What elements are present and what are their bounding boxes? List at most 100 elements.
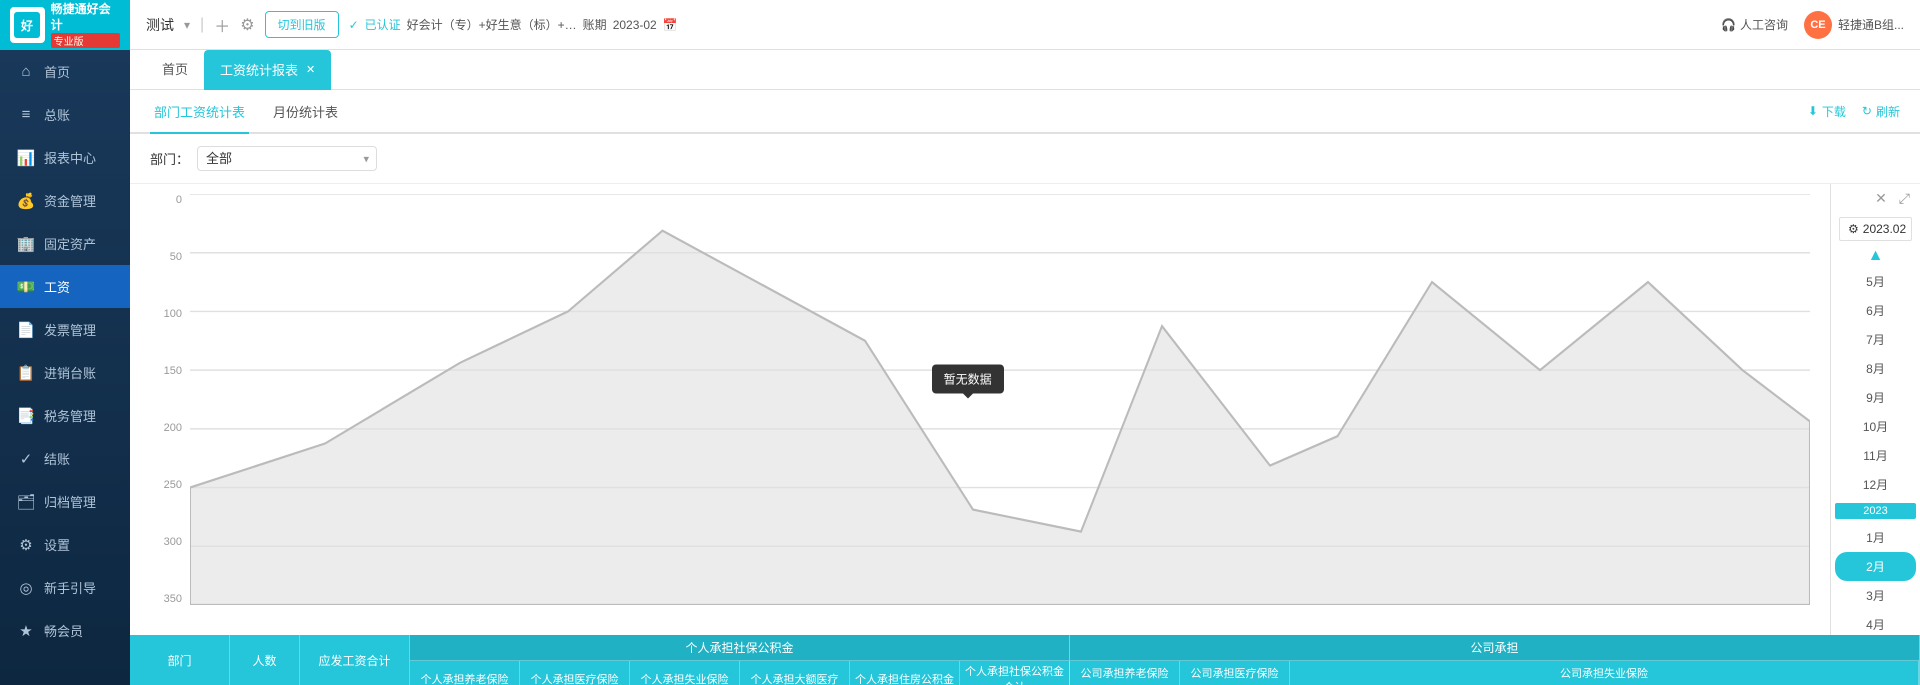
svg-text:好: 好 — [20, 18, 33, 33]
panel-close-icon[interactable]: ✕ — [1873, 188, 1889, 209]
month-item-1[interactable]: 6月 — [1835, 296, 1916, 325]
sidebar-item-2[interactable]: 📊 报表中心 — [0, 136, 130, 179]
month-item-4[interactable]: 9月 — [1835, 383, 1916, 412]
sidebar-item-9[interactable]: ✓ 结账 — [0, 437, 130, 480]
sub-tabs-bar: 部门工资统计表 月份统计表 ⬇ 下载 ↻ 刷新 — [130, 90, 1920, 134]
sidebar-label-10: 归档管理 — [44, 492, 96, 511]
th-personal-unemployment: 个人承担失业保险 — [630, 661, 740, 685]
topbar-right: 🎧 人工咨询 CE 轻捷通B组... — [1721, 11, 1904, 39]
tab-salary-report[interactable]: 工资统计报表 ✕ — [204, 50, 331, 90]
sidebar-item-12[interactable]: ◎ 新手引导 — [0, 566, 130, 609]
project-name: 测试 — [146, 15, 174, 35]
salary-report-label: 工资统计报表 — [220, 60, 298, 79]
tab-home[interactable]: 首页 — [146, 50, 204, 90]
sidebar-icon-3: 💰 — [16, 192, 36, 210]
th-personal-housing-fund: 个人承担住房公积金 — [850, 661, 960, 685]
th-company-medical: 公司承担医疗保险 — [1180, 661, 1290, 685]
sidebar-item-8[interactable]: 📑 税务管理 — [0, 394, 130, 437]
month-item-7[interactable]: 12月 — [1835, 470, 1916, 499]
period-value: 2023-02 — [613, 18, 657, 32]
sidebar-item-11[interactable]: ⚙ 设置 — [0, 523, 130, 566]
service-btn[interactable]: 🎧 人工咨询 — [1721, 16, 1788, 33]
sidebar-icon-12: ◎ — [16, 579, 36, 597]
add-icon[interactable]: ＋ — [214, 13, 230, 37]
panel-expand-icon[interactable]: ⤢ — [1897, 188, 1912, 209]
sub-tab-monthly[interactable]: 月份统计表 — [269, 90, 342, 134]
sidebar-item-4[interactable]: 🏢 固定资产 — [0, 222, 130, 265]
sidebar-label-7: 进销台账 — [44, 363, 96, 382]
sidebar-item-6[interactable]: 📄 发票管理 — [0, 308, 130, 351]
sidebar-item-10[interactable]: 🗂 归档管理 — [0, 480, 130, 523]
calendar-icon[interactable]: 📅 — [663, 18, 678, 32]
th-dept: 部门 — [130, 635, 230, 685]
download-label: 下载 — [1822, 103, 1846, 120]
sidebar-label-6: 发票管理 — [44, 320, 96, 339]
month-item-0[interactable]: 5月 — [1835, 267, 1916, 296]
sidebar-item-0[interactable]: ⌂ 首页 — [0, 50, 130, 93]
panel-controls: ✕ ⤢ — [1831, 184, 1920, 213]
sidebar-item-1[interactable]: ≡ 总账 — [0, 93, 130, 136]
sidebar-item-3[interactable]: 💰 资金管理 — [0, 179, 130, 222]
date-panel: ✕ ⤢ ⚙ 2023.02 ▲ 5月6月7月8月9月10月11月12月 2023 1… — [1830, 184, 1920, 635]
home-label: 首页 — [162, 59, 188, 78]
sidebar-item-13[interactable]: ★ 畅会员 — [0, 609, 130, 652]
refresh-icon: ↻ — [1862, 104, 1872, 118]
date-nav-up[interactable]: ▲ — [1860, 245, 1892, 267]
sidebar-icon-9: ✓ — [16, 450, 36, 468]
month-item-6[interactable]: 11月 — [1835, 441, 1916, 470]
date-header[interactable]: ⚙ 2023.02 — [1839, 217, 1912, 241]
sidebar-item-7[interactable]: 📋 进销台账 — [0, 351, 130, 394]
sidebar-icon-11: ⚙ — [16, 536, 36, 554]
page-content: 部门工资统计表 月份统计表 ⬇ 下载 ↻ 刷新 部门： 全部 ▾ — [130, 90, 1920, 685]
month-item-10[interactable]: 2月 — [1835, 552, 1916, 581]
project-dropdown-icon[interactable]: ▾ — [184, 18, 190, 32]
sidebar-icon-13: ★ — [16, 622, 36, 640]
sidebar-label-2: 报表中心 — [44, 148, 96, 167]
headset-icon: 🎧 — [1721, 18, 1736, 32]
sidebar-icon-6: 📄 — [16, 321, 36, 339]
th-personal-group: 个人承担社保公积金 个人承担养老保险 个人承担医疗保险 个人承担失业保险 个人承… — [410, 635, 1070, 685]
month-item-9[interactable]: 1月 — [1835, 523, 1916, 552]
th-company-group: 公司承担 公司承担养老保险 公司承担医疗保险 公司承担失业保险 — [1070, 635, 1920, 685]
sub-tab-dept[interactable]: 部门工资统计表 — [150, 90, 249, 134]
sidebar: 好 畅捷通好会计 专业版 ⌂ 首页 ≡ 总账 📊 报表中心 💰 资金管理 🏢 固… — [0, 0, 130, 685]
month-item-3[interactable]: 8月 — [1835, 354, 1916, 383]
th-gross-salary: 应发工资合计 — [300, 635, 410, 685]
table-header: 部门 人数 应发工资合计 个人承担社保公积金 个人承担养老保险 个人承担医疗保险… — [130, 635, 1920, 685]
switch-old-btn[interactable]: 切到旧版 — [265, 11, 339, 38]
y-label-7: 350 — [150, 593, 190, 605]
month-item-12[interactable]: 4月 — [1835, 610, 1916, 635]
sidebar-item-5[interactable]: 💵 工资 — [0, 265, 130, 308]
tags-text: 好会计（专）+好生意（标）+… — [407, 16, 577, 33]
settings-icon[interactable]: ⚙ — [240, 15, 254, 35]
sidebar-icon-4: 🏢 — [16, 235, 36, 253]
sidebar-label-4: 固定资产 — [44, 234, 96, 253]
refresh-btn[interactable]: ↻ 刷新 — [1862, 103, 1900, 120]
sidebar-menu: ⌂ 首页 ≡ 总账 📊 报表中心 💰 资金管理 🏢 固定资产 💵 工资 📄 发票… — [0, 50, 130, 685]
th-personal-major-medical: 个人承担大额医疗 — [740, 661, 850, 685]
download-icon: ⬇ — [1808, 104, 1818, 118]
chart-svg-wrapper: 暂无数据 — [190, 194, 1810, 605]
date-nav: ▲ — [1831, 245, 1920, 267]
user-name-label: 轻捷通B组... — [1838, 16, 1904, 33]
sidebar-label-3: 资金管理 — [44, 191, 96, 210]
sidebar-label-13: 畅会员 — [44, 621, 83, 640]
sidebar-label-8: 税务管理 — [44, 406, 96, 425]
month-item-8[interactable]: 2023 — [1835, 503, 1916, 519]
user-info: CE 轻捷通B组... — [1804, 11, 1904, 39]
sidebar-label-1: 总账 — [44, 105, 70, 124]
dept-select[interactable]: 全部 — [197, 146, 377, 171]
month-item-11[interactable]: 3月 — [1835, 581, 1916, 610]
topbar: 测试 ▾ | ＋ ⚙ 切到旧版 ✓ 已认证 好会计（专）+好生意（标）+… 账期… — [130, 0, 1920, 50]
tab-close-icon[interactable]: ✕ — [306, 63, 315, 76]
y-label-2: 100 — [150, 308, 190, 320]
sidebar-icon-2: 📊 — [16, 149, 36, 167]
app-logo: 好 畅捷通好会计 专业版 — [0, 0, 130, 50]
th-company-unemployment: 公司承担失业保险 — [1290, 661, 1919, 685]
th-company-pension: 公司承担养老保险 — [1070, 661, 1180, 685]
month-item-5[interactable]: 10月 — [1835, 412, 1916, 441]
chart-fill — [190, 231, 1810, 605]
month-item-2[interactable]: 7月 — [1835, 325, 1916, 354]
sidebar-icon-8: 📑 — [16, 407, 36, 425]
download-btn[interactable]: ⬇ 下载 — [1808, 103, 1846, 120]
